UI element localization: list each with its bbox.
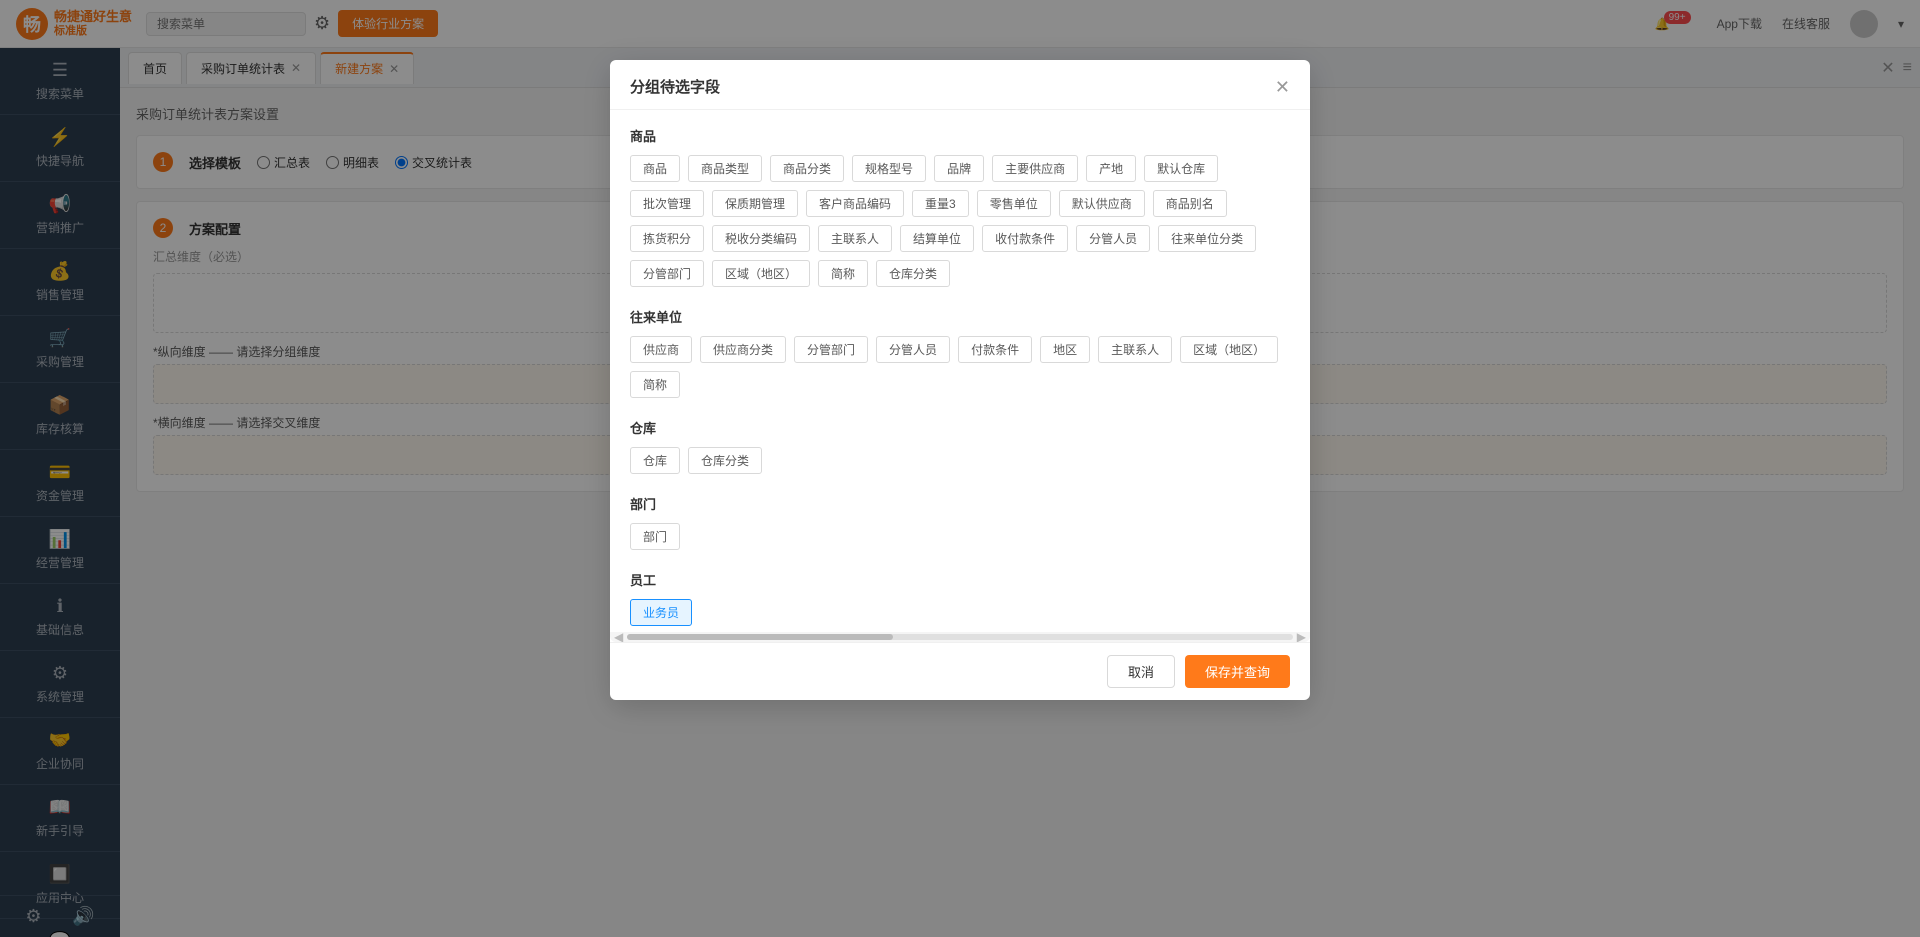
- modal-title: 分组待选字段: [630, 76, 720, 97]
- field-section-department: 部门部门: [630, 494, 1290, 550]
- modal-overlay: 分组待选字段 ✕ 商品商品商品类型商品分类规格型号品牌主要供应商产地默认仓库批次…: [0, 0, 1920, 937]
- field-tag-goods-2[interactable]: 商品分类: [770, 155, 844, 182]
- field-section-warehouse: 仓库仓库仓库分类: [630, 418, 1290, 474]
- field-tag-partner-3[interactable]: 分管人员: [876, 336, 950, 363]
- field-tag-goods-8[interactable]: 批次管理: [630, 190, 704, 217]
- section-title-warehouse: 仓库: [630, 418, 1290, 437]
- field-tag-department-0[interactable]: 部门: [630, 523, 680, 550]
- field-tag-partner-5[interactable]: 地区: [1040, 336, 1090, 363]
- field-tag-goods-23[interactable]: 区域（地区）: [712, 260, 810, 287]
- field-grid-employee: 业务员: [630, 599, 1290, 626]
- field-tag-employee-0[interactable]: 业务员: [630, 599, 692, 626]
- field-tag-goods-18[interactable]: 结算单位: [900, 225, 974, 252]
- field-tag-goods-15[interactable]: 拣货积分: [630, 225, 704, 252]
- field-tag-goods-3[interactable]: 规格型号: [852, 155, 926, 182]
- field-tag-partner-2[interactable]: 分管部门: [794, 336, 868, 363]
- modal-scrollbar-track: [627, 634, 1293, 640]
- field-tag-warehouse-1[interactable]: 仓库分类: [688, 447, 762, 474]
- field-tag-goods-14[interactable]: 商品别名: [1153, 190, 1227, 217]
- field-tag-goods-17[interactable]: 主联系人: [818, 225, 892, 252]
- modal-scrollbar-area: ◀ ▶: [610, 632, 1310, 642]
- field-tag-goods-5[interactable]: 主要供应商: [992, 155, 1078, 182]
- cancel-button[interactable]: 取消: [1107, 655, 1175, 688]
- field-tag-goods-21[interactable]: 往来单位分类: [1158, 225, 1256, 252]
- field-tag-partner-4[interactable]: 付款条件: [958, 336, 1032, 363]
- field-tag-goods-11[interactable]: 重量3: [912, 190, 969, 217]
- field-tag-partner-8[interactable]: 简称: [630, 371, 680, 398]
- field-tag-goods-10[interactable]: 客户商品编码: [806, 190, 904, 217]
- field-tag-goods-4[interactable]: 品牌: [934, 155, 984, 182]
- field-tag-goods-6[interactable]: 产地: [1086, 155, 1136, 182]
- field-tag-partner-7[interactable]: 区域（地区）: [1180, 336, 1278, 363]
- field-tag-goods-25[interactable]: 仓库分类: [876, 260, 950, 287]
- field-tag-partner-1[interactable]: 供应商分类: [700, 336, 786, 363]
- field-section-partner: 往来单位供应商供应商分类分管部门分管人员付款条件地区主联系人区域（地区） 简称: [630, 307, 1290, 398]
- field-grid-warehouse: 仓库仓库分类: [630, 447, 1290, 474]
- confirm-button[interactable]: 保存并查询: [1185, 655, 1290, 688]
- field-tag-goods-12[interactable]: 零售单位: [977, 190, 1051, 217]
- field-tag-goods-19[interactable]: 收付款条件: [982, 225, 1068, 252]
- field-tag-goods-22[interactable]: 分管部门: [630, 260, 704, 287]
- field-tag-goods-24[interactable]: 简称: [818, 260, 868, 287]
- section-title-partner: 往来单位: [630, 307, 1290, 326]
- field-tag-goods-13[interactable]: 默认供应商: [1059, 190, 1145, 217]
- modal-footer: 取消 保存并查询: [610, 642, 1310, 700]
- section-title-department: 部门: [630, 494, 1290, 513]
- modal-header: 分组待选字段 ✕: [610, 60, 1310, 110]
- field-grid-department: 部门: [630, 523, 1290, 550]
- modal-scrollbar-thumb: [627, 634, 893, 640]
- field-section-employee: 员工业务员: [630, 570, 1290, 626]
- field-tag-goods-20[interactable]: 分管人员: [1076, 225, 1150, 252]
- modal: 分组待选字段 ✕ 商品商品商品类型商品分类规格型号品牌主要供应商产地默认仓库批次…: [610, 60, 1310, 700]
- field-tag-goods-7[interactable]: 默认仓库: [1144, 155, 1218, 182]
- field-section-goods: 商品商品商品类型商品分类规格型号品牌主要供应商产地默认仓库批次管理保质期管理客户…: [630, 126, 1290, 287]
- field-tag-warehouse-0[interactable]: 仓库: [630, 447, 680, 474]
- field-grid-partner: 供应商供应商分类分管部门分管人员付款条件地区主联系人区域（地区） 简称: [630, 336, 1290, 398]
- field-tag-partner-0[interactable]: 供应商: [630, 336, 692, 363]
- field-tag-goods-16[interactable]: 税收分类编码: [712, 225, 810, 252]
- modal-close-btn[interactable]: ✕: [1275, 78, 1290, 96]
- field-tag-goods-9[interactable]: 保质期管理: [712, 190, 798, 217]
- field-grid-goods: 商品商品类型商品分类规格型号品牌主要供应商产地默认仓库批次管理保质期管理客户商品…: [630, 155, 1290, 287]
- field-tag-goods-1[interactable]: 商品类型: [688, 155, 762, 182]
- section-title-goods: 商品: [630, 126, 1290, 145]
- field-tag-goods-0[interactable]: 商品: [630, 155, 680, 182]
- section-title-employee: 员工: [630, 570, 1290, 589]
- modal-body[interactable]: 商品商品商品类型商品分类规格型号品牌主要供应商产地默认仓库批次管理保质期管理客户…: [610, 110, 1310, 632]
- field-tag-partner-6[interactable]: 主联系人: [1098, 336, 1172, 363]
